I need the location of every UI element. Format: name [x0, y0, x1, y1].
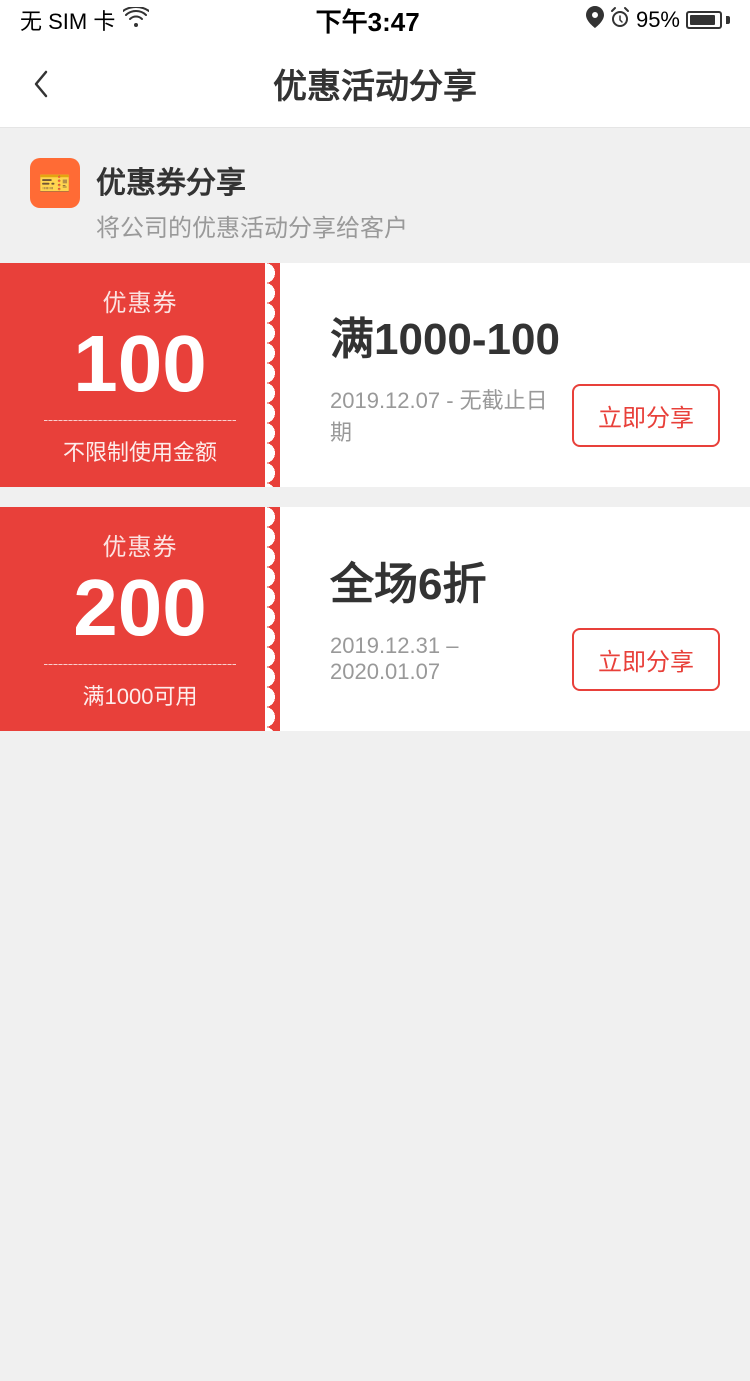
coupon-date-2: 2019.12.31 – 2020.01.07 [330, 633, 562, 685]
carrier-text: 无 SIM 卡 [20, 4, 115, 36]
coupon-label-1: 优惠券 [103, 283, 178, 318]
coupon-card-1: 优惠券 100 不限制使用金额 满1000-100 2019.12.07 - 无… [0, 263, 750, 487]
coupon-left-1: 优惠券 100 不限制使用金额 [0, 263, 280, 487]
section-title: 优惠券分享 [96, 158, 408, 202]
coupon-divider-2 [44, 664, 236, 665]
coupon-card-2: 优惠券 200 满1000可用 全场6折 2019.12.31 – 2020.0… [0, 507, 750, 731]
coupon-name-1: 满1000-100 [330, 303, 720, 367]
share-button-1[interactable]: 立即分享 [572, 384, 720, 447]
nav-bar: 优惠活动分享 [0, 40, 750, 128]
section-subtitle: 将公司的优惠活动分享给客户 [96, 208, 408, 243]
empty-space [0, 781, 750, 1381]
coupon-condition-2: 满1000可用 [83, 679, 198, 711]
coupon-right-1: 满1000-100 2019.12.07 - 无截止日期 立即分享 [280, 263, 750, 487]
coupon-date-1: 2019.12.07 - 无截止日期 [330, 383, 562, 447]
coupon-footer-2: 2019.12.31 – 2020.01.07 立即分享 [330, 628, 720, 691]
coupon-amount-2: 200 [73, 568, 206, 648]
section-header: 🎫 优惠券分享 将公司的优惠活动分享给客户 [0, 128, 750, 263]
location-icon [586, 6, 604, 34]
section-icon: 🎫 [30, 158, 80, 208]
battery-percent: 95% [636, 7, 680, 33]
coupon-condition-1: 不限制使用金额 [63, 435, 217, 467]
status-right: 95% [586, 6, 730, 34]
coupon-label-2: 优惠券 [103, 527, 178, 562]
time-display: 下午3:47 [316, 2, 420, 39]
battery-icon [686, 11, 730, 29]
coupon-right-2: 全场6折 2019.12.31 – 2020.01.07 立即分享 [280, 507, 750, 731]
back-button[interactable] [30, 64, 54, 104]
coupons-container: 优惠券 100 不限制使用金额 满1000-100 2019.12.07 - 无… [0, 263, 750, 781]
page-title: 优惠活动分享 [273, 59, 477, 108]
coupon-icon: 🎫 [39, 168, 71, 199]
section-text-group: 优惠券分享 将公司的优惠活动分享给客户 [96, 158, 408, 243]
coupon-name-2: 全场6折 [330, 548, 720, 612]
coupon-amount-1: 100 [73, 324, 206, 404]
coupon-divider-1 [44, 420, 236, 421]
alarm-icon [610, 6, 630, 34]
status-left: 无 SIM 卡 [20, 4, 149, 36]
status-bar: 无 SIM 卡 下午3:47 95% [0, 0, 750, 40]
share-button-2[interactable]: 立即分享 [572, 628, 720, 691]
wifi-icon [123, 7, 149, 33]
coupon-left-2: 优惠券 200 满1000可用 [0, 507, 280, 731]
coupon-footer-1: 2019.12.07 - 无截止日期 立即分享 [330, 383, 720, 447]
